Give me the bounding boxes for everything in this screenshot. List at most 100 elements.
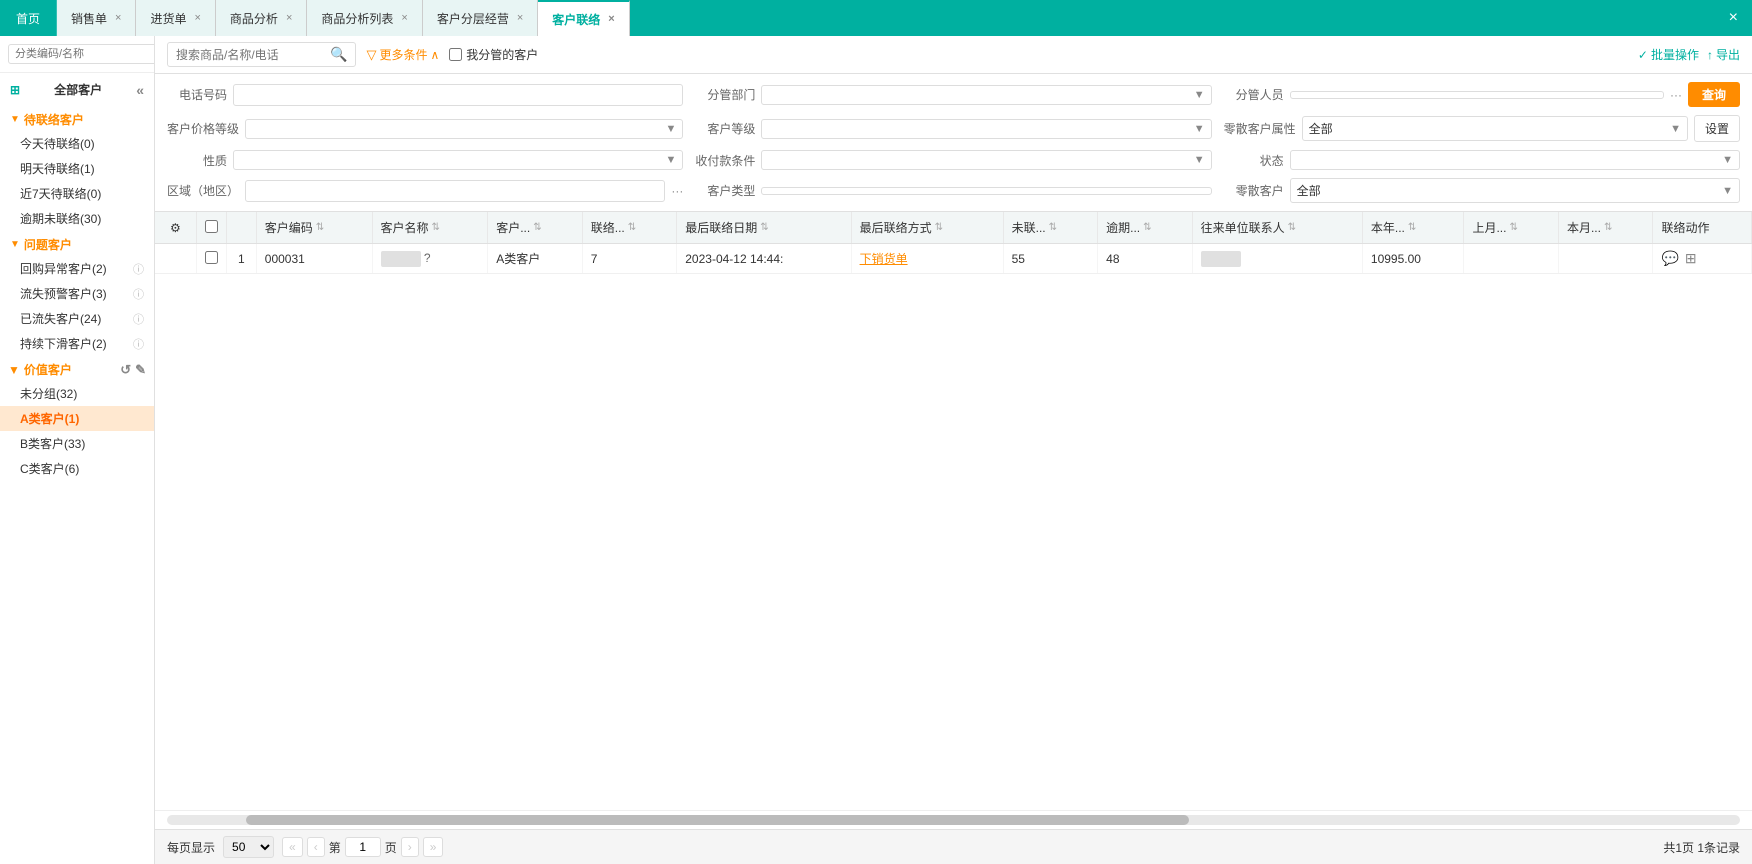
retail-customer-value: 全部	[1297, 182, 1321, 199]
sidebar-item-7days[interactable]: 近7天待联络(0)	[0, 181, 154, 206]
adv-filter-panel: 电话号码 分管部门 ▼ 分管人员 ··· 查询 客户价格等级	[155, 74, 1752, 212]
tab-analysis-list[interactable]: 商品分析列表 ×	[307, 0, 422, 36]
payment-select[interactable]: ▼	[761, 150, 1211, 170]
row-checkbox[interactable]	[205, 251, 218, 264]
sidebar-item-c-class[interactable]: C类客户(6)	[0, 456, 154, 481]
tab-customer-contact-label: 客户联络	[552, 11, 600, 28]
sidebar-item-b-class[interactable]: B类客户(33)	[0, 431, 154, 456]
th-unit-contact[interactable]: 往来单位联系人 ⇅	[1192, 212, 1362, 244]
th-no-contact[interactable]: 未联... ⇅	[1003, 212, 1098, 244]
customer-type-select[interactable]	[761, 187, 1211, 195]
nature-select[interactable]: ▼	[233, 150, 683, 170]
retail-customer-select[interactable]: 全部 ▼	[1290, 178, 1740, 203]
my-customers-checkbox[interactable]: 我分管的客户	[449, 46, 538, 63]
collapse-icon[interactable]: «	[136, 82, 144, 98]
sidebar-item-ungrouped[interactable]: 未分组(32)	[0, 381, 154, 406]
sidebar-item-repurchase-anomaly[interactable]: 回购异常客户(2) ⓘ	[0, 256, 154, 281]
page-size-select[interactable]: 20 50 100	[223, 836, 274, 858]
tab-analysis[interactable]: 商品分析 ×	[216, 0, 307, 36]
sidebar-item-tomorrow[interactable]: 明天待联络(1)	[0, 156, 154, 181]
tab-customer-segment[interactable]: 客户分层经营 ×	[423, 0, 538, 36]
tab-home[interactable]: 首页	[0, 0, 57, 36]
region-input[interactable]	[245, 180, 665, 202]
retail-attr-select[interactable]: 全部 ▼	[1302, 116, 1688, 141]
scrollbar-thumb[interactable]	[246, 815, 1190, 825]
settings-button[interactable]: 设置	[1694, 115, 1740, 142]
filter-row-phone: 电话号码	[167, 82, 683, 107]
price-level-select[interactable]: ▼	[245, 119, 683, 139]
dept-select[interactable]: ▼	[761, 85, 1211, 105]
tab-analysis-list-close[interactable]: ×	[401, 12, 407, 24]
td-code: 000031	[256, 244, 372, 274]
th-index	[226, 212, 256, 244]
export-btn[interactable]: ↑ 导出	[1707, 46, 1740, 63]
th-name[interactable]: 客户名称 ⇅	[372, 212, 488, 244]
filter-row-price-level: 客户价格等级 ▼	[167, 115, 683, 142]
first-page-btn[interactable]: «	[282, 837, 303, 857]
tab-customer-contact-close[interactable]: ×	[608, 13, 614, 25]
filter-search-icon[interactable]: 🔍	[330, 46, 347, 63]
query-button[interactable]: 查询	[1688, 82, 1740, 107]
th-last-month[interactable]: 上月... ⇅	[1464, 212, 1559, 244]
page-input[interactable]	[345, 837, 381, 857]
sidebar-item-today[interactable]: 今天待联络(0)	[0, 131, 154, 156]
unit-contact-colored	[1201, 251, 1241, 267]
sidebar-item-declining[interactable]: 持续下滑客户(2) ⓘ	[0, 331, 154, 356]
sidebar-pending-group[interactable]: ▼ 待联络客户	[0, 106, 154, 131]
my-customers-check[interactable]	[449, 48, 462, 61]
th-last-contact-method[interactable]: 最后联络方式 ⇅	[851, 212, 1003, 244]
td-last-contact-method[interactable]: 下销货单	[851, 244, 1003, 274]
table-wrapper: ⚙ 客户编码 ⇅	[155, 212, 1752, 810]
tab-purchase-close[interactable]: ×	[194, 12, 200, 24]
th-category[interactable]: 客户... ⇅	[488, 212, 583, 244]
person-select[interactable]	[1290, 91, 1664, 99]
qr-icon[interactable]: ⊞	[1685, 250, 1697, 267]
select-all-checkbox[interactable]	[205, 220, 218, 233]
sidebar: 🔍 ⊞ 全部客户 « ▼ 待联络客户 今天待联络(0) 明天待联络(1) 近7天…	[0, 36, 155, 864]
prev-page-btn[interactable]: ‹	[307, 837, 325, 857]
customer-type-label: 客户类型	[695, 182, 755, 199]
value-refresh-icon[interactable]: ↺	[120, 362, 131, 378]
th-code[interactable]: 客户编码 ⇅	[256, 212, 372, 244]
filter-search-input[interactable]	[176, 48, 326, 62]
filter-row-retail-attr: 零散客户属性 全部 ▼ 设置	[1224, 115, 1740, 142]
tab-analysis-close[interactable]: ×	[286, 12, 292, 24]
customer-level-select[interactable]: ▼	[761, 119, 1211, 139]
status-select[interactable]: ▼	[1290, 150, 1740, 170]
th-overdue[interactable]: 逾期... ⇅	[1098, 212, 1193, 244]
sidebar-item-churned[interactable]: 已流失客户(24) ⓘ	[0, 306, 154, 331]
last-contact-method[interactable]: 下销货单	[860, 252, 908, 266]
tab-customer-contact[interactable]: 客户联络 ×	[538, 0, 629, 36]
chat-icon[interactable]: 💬	[1661, 250, 1678, 267]
retail-attr-value: 全部	[1309, 120, 1333, 137]
filter-more-conditions[interactable]: ▽ 更多条件 ∧	[366, 46, 439, 63]
person-dots[interactable]: ···	[1670, 88, 1682, 102]
tab-sales[interactable]: 销售单 ×	[57, 0, 136, 36]
sidebar-value-group[interactable]: ▼ 价值客户 ↺ ✎	[0, 356, 154, 381]
region-dots[interactable]: ···	[671, 184, 683, 198]
sidebar-item-churn-warning[interactable]: 流失预警客户(3) ⓘ	[0, 281, 154, 306]
bulk-ops-btn[interactable]: ✓ 批量操作	[1638, 46, 1699, 63]
horizontal-scrollbar[interactable]	[167, 815, 1740, 825]
filter-more-arrow: ∧	[430, 48, 439, 62]
sidebar-problem-group[interactable]: ▼ 问题客户	[0, 231, 154, 256]
last-page-btn[interactable]: »	[423, 837, 444, 857]
th-last-contact-date[interactable]: 最后联络日期 ⇅	[677, 212, 851, 244]
tab-purchase[interactable]: 进货单 ×	[136, 0, 215, 36]
th-this-year[interactable]: 本年... ⇅	[1362, 212, 1464, 244]
sidebar-search-input[interactable]	[8, 44, 155, 64]
tab-bar-close[interactable]: ×	[1715, 0, 1752, 36]
sidebar-item-a-class[interactable]: A类客户(1)	[0, 406, 154, 431]
th-this-month[interactable]: 本月... ⇅	[1558, 212, 1653, 244]
gear-icon[interactable]: ⚙	[170, 221, 181, 235]
problem-group-label: 问题客户	[24, 236, 72, 253]
tab-sales-close[interactable]: ×	[115, 12, 121, 24]
value-edit-icon[interactable]: ✎	[135, 362, 146, 378]
tab-customer-segment-close[interactable]: ×	[517, 12, 523, 24]
sidebar-item-overdue[interactable]: 逾期未联络(30)	[0, 206, 154, 231]
next-page-btn[interactable]: ›	[401, 837, 419, 857]
phone-input[interactable]	[233, 84, 683, 106]
th-gear[interactable]: ⚙	[155, 212, 196, 244]
all-customers-header[interactable]: ⊞ 全部客户 «	[0, 73, 154, 106]
th-contact[interactable]: 联络... ⇅	[582, 212, 677, 244]
